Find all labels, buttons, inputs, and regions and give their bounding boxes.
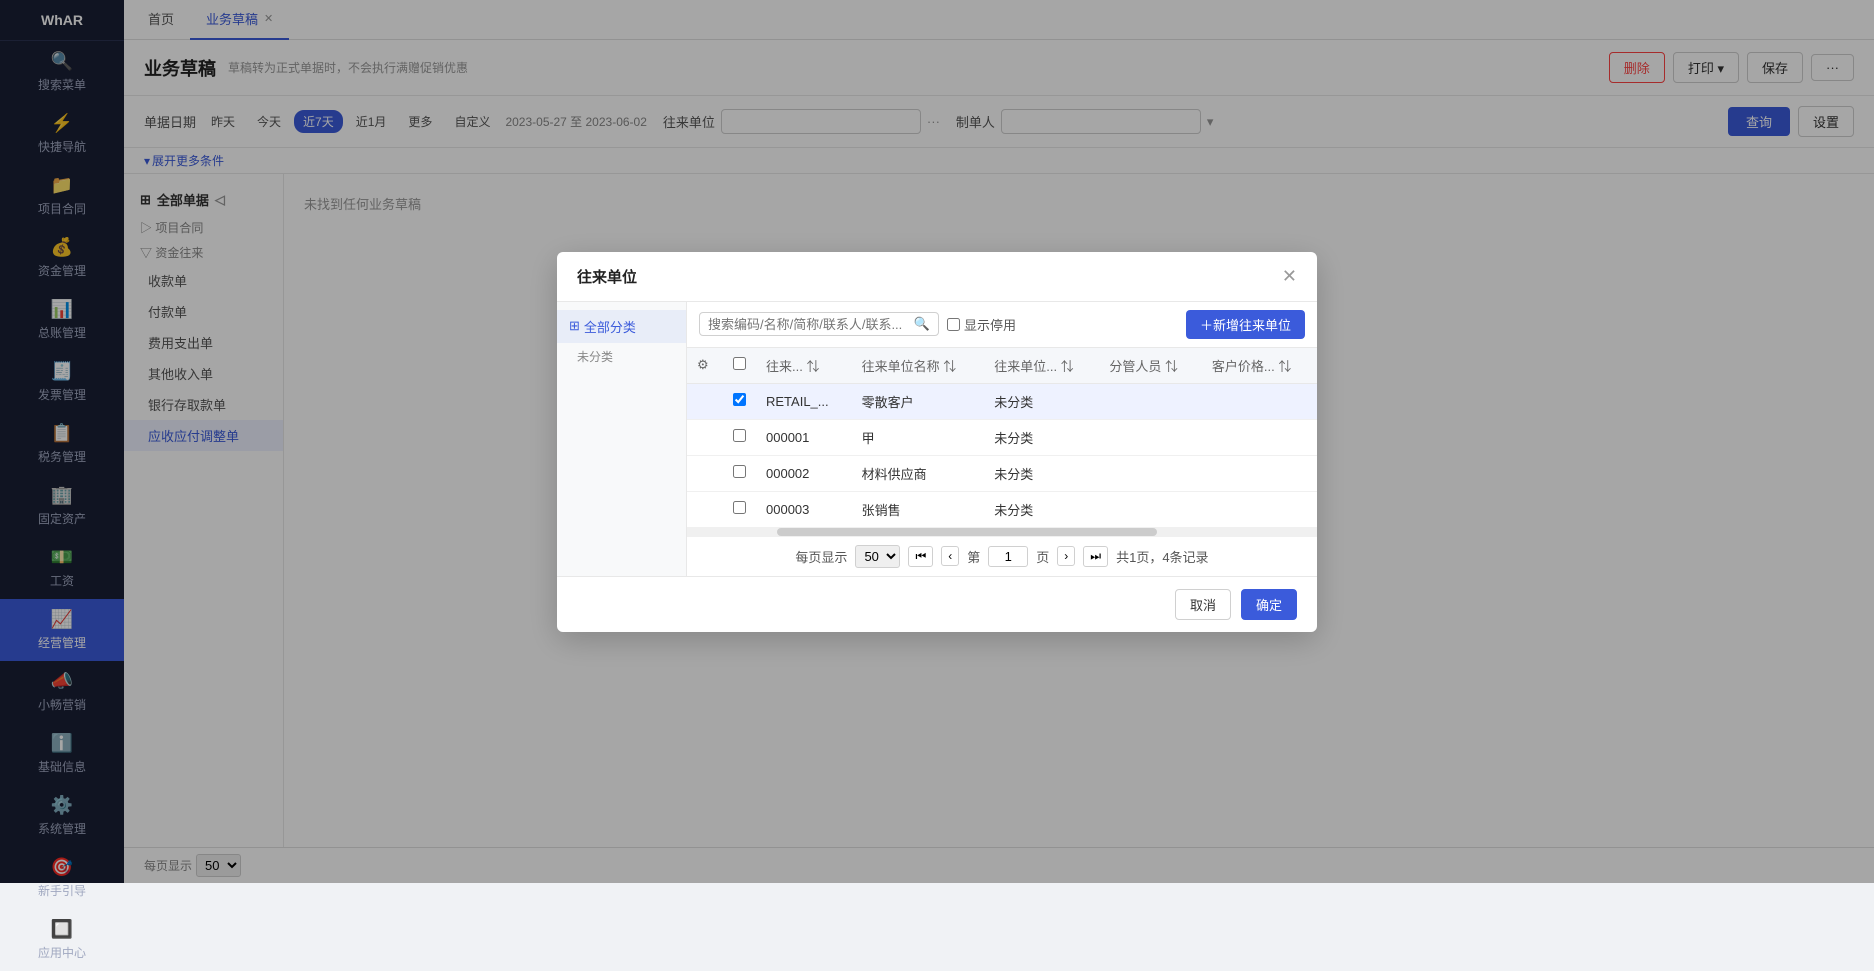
next-page-btn[interactable]: › [1057,546,1075,566]
page-suffix: 页 [1036,547,1049,566]
th-name-label: 往来单位名称 [862,359,940,374]
dialog-table-wrap: ⚙ 往来... ⇅ 往来单位名称 ⇅ [687,348,1317,528]
dialog-cat-all[interactable]: ⊞ 全部分类 [557,310,686,343]
sort-icon2: ⇅ [943,359,956,374]
dialog-footer: 取消 确定 [557,576,1317,632]
row-price-2 [1202,419,1317,455]
table-row[interactable]: 000002 材料供应商 未分类 [687,455,1317,491]
dialog-search-input[interactable] [708,317,910,332]
th-settings[interactable]: ⚙ [687,348,723,384]
show-disabled-label[interactable]: 显示停用 [947,315,1016,334]
dialog-close-icon[interactable]: ✕ [1282,266,1297,287]
page-prefix: 第 [967,547,980,566]
select-all-checkbox[interactable] [733,357,746,370]
row-price-3 [1202,455,1317,491]
dialog-body: ⊞ 全部分类 未分类 🔍 [557,302,1317,576]
sort-icon3: ⇅ [1061,359,1074,374]
th-price-level[interactable]: 客户价格... ⇅ [1202,348,1317,384]
th-name[interactable]: 往来单位名称 ⇅ [852,348,985,384]
th-code[interactable]: 往来... ⇅ [756,348,852,384]
row-checkbox-4[interactable] [733,501,746,514]
show-disabled-checkbox[interactable] [947,318,960,331]
row-manager-4 [1099,491,1202,527]
dialog-title: 往来单位 [577,266,637,287]
dialog-table-header: ⚙ 往来... ⇅ 往来单位名称 ⇅ [687,348,1317,384]
dialog-table: ⚙ 往来... ⇅ 往来单位名称 ⇅ [687,348,1317,528]
row-checkbox-3[interactable] [733,465,746,478]
row-name-2: 甲 [852,419,985,455]
row-category-1: 未分类 [984,383,1099,419]
row-check-3[interactable] [723,455,756,491]
row-code-4: 000003 [756,491,852,527]
current-page-input[interactable] [988,546,1028,567]
th-category[interactable]: 往来单位... ⇅ [984,348,1099,384]
confirm-button[interactable]: 确定 [1241,589,1297,620]
dialog-cat-unclassified-label: 未分类 [577,350,613,364]
row-check-4[interactable] [723,491,756,527]
dialog-cat-unclassified[interactable]: 未分类 [557,343,686,370]
sort-icon5: ⇅ [1278,359,1291,374]
dialog-main: 🔍 显示停用 ＋新增往来单位 ⚙ [687,302,1317,576]
per-page-label: 每页显示 [795,547,847,566]
row-name-1: 零散客户 [852,383,985,419]
dialog-overlay: 往来单位 ✕ ⊞ 全部分类 未分类 [0,0,1874,883]
row-category-4: 未分类 [984,491,1099,527]
partner-dialog: 往来单位 ✕ ⊞ 全部分类 未分类 [557,252,1317,632]
row-code-3: 000002 [756,455,852,491]
th-manager[interactable]: 分管人员 ⇅ [1099,348,1202,384]
per-page-select[interactable]: 50 [855,545,900,568]
dialog-header: 往来单位 ✕ [557,252,1317,302]
th-code-label: 往来... [766,359,803,374]
dialog-toolbar: 🔍 显示停用 ＋新增往来单位 [687,302,1317,348]
table-row[interactable]: 000001 甲 未分类 [687,419,1317,455]
first-page-btn[interactable]: ⏮ [908,546,933,567]
row-checkbox-1[interactable] [733,393,746,406]
row-manager-3 [1099,455,1202,491]
sidebar-item-label: 新手引导 [38,882,86,899]
grid-small-icon: ⊞ [569,318,580,334]
scrollbar-thumb[interactable] [777,528,1157,536]
th-category-label: 往来单位... [994,359,1057,374]
search-icon: 🔍 [914,316,930,332]
sidebar-item-label: 应用中心 [38,944,86,961]
table-row[interactable]: 000003 张销售 未分类 [687,491,1317,527]
sidebar-item-app-center[interactable]: 🔲 应用中心 [0,909,124,971]
row-category-3: 未分类 [984,455,1099,491]
th-check[interactable] [723,348,756,384]
row-price-4 [1202,491,1317,527]
dialog-sidebar: ⊞ 全部分类 未分类 [557,302,687,576]
row-code-1: RETAIL_... [756,383,852,419]
row-name-3: 材料供应商 [852,455,985,491]
th-price-label: 客户价格... [1212,359,1275,374]
show-disabled-text: 显示停用 [964,315,1016,334]
sort-icon4: ⇅ [1165,359,1178,374]
app-center-icon: 🔲 [51,919,73,940]
row-price-1 [1202,383,1317,419]
row-settings-4 [687,491,723,527]
prev-page-btn[interactable]: ‹ [941,546,959,566]
dialog-cat-all-label: 全部分类 [584,317,636,336]
total-info: 共1页，4条记录 [1116,547,1208,566]
row-manager-1 [1099,383,1202,419]
row-code-2: 000001 [756,419,852,455]
row-check-1[interactable] [723,383,756,419]
row-checkbox-2[interactable] [733,429,746,442]
row-settings-1 [687,383,723,419]
th-manager-label: 分管人员 [1109,359,1161,374]
row-name-4: 张销售 [852,491,985,527]
add-partner-button[interactable]: ＋新增往来单位 [1186,310,1305,339]
row-manager-2 [1099,419,1202,455]
horizontal-scrollbar[interactable] [687,528,1317,536]
row-category-2: 未分类 [984,419,1099,455]
row-check-2[interactable] [723,419,756,455]
cancel-button[interactable]: 取消 [1175,589,1231,620]
dialog-pagination: 每页显示 50 ⏮ ‹ 第 页 › ⏭ 共1页，4条记录 [687,536,1317,576]
sort-icon: ⇅ [806,359,819,374]
table-row[interactable]: RETAIL_... 零散客户 未分类 [687,383,1317,419]
dialog-search-box[interactable]: 🔍 [699,312,939,336]
row-settings-2 [687,419,723,455]
row-settings-3 [687,455,723,491]
last-page-btn[interactable]: ⏭ [1083,546,1108,567]
